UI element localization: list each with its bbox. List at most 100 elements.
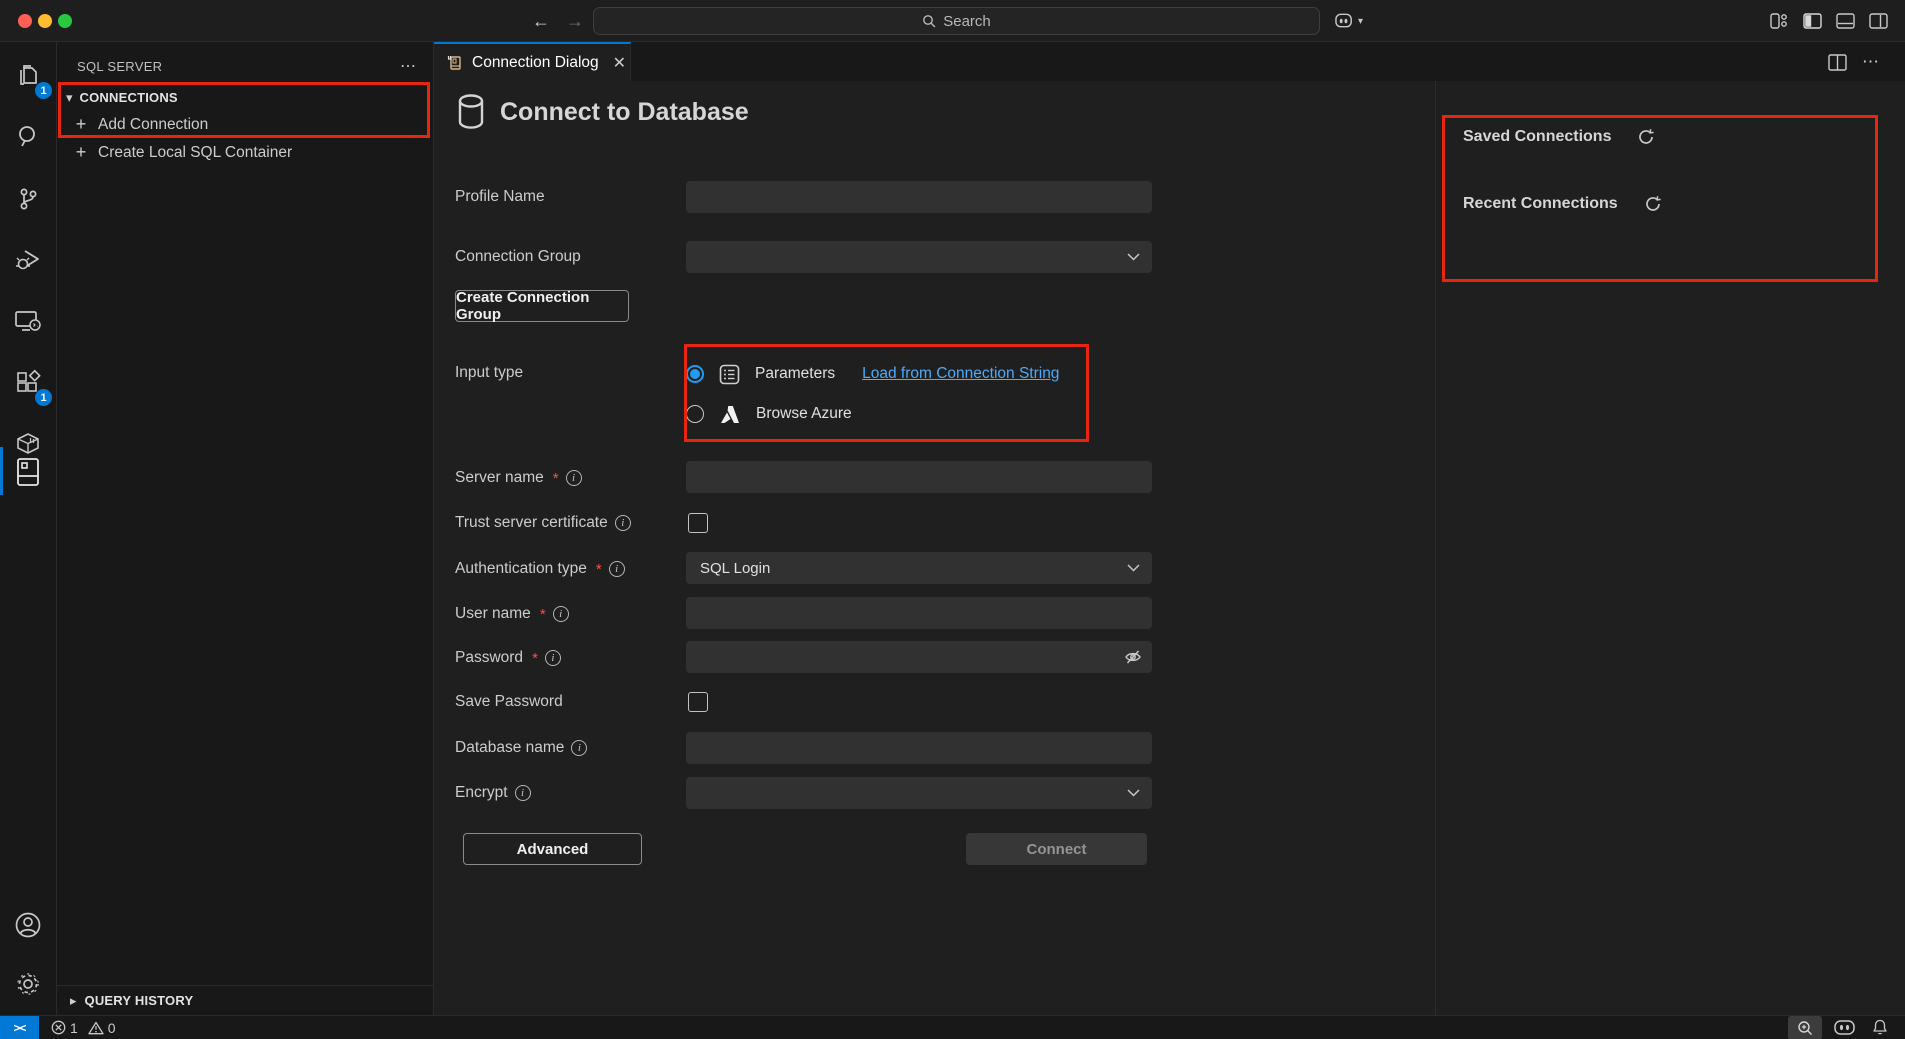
traffic-light-zoom[interactable]: [58, 14, 72, 28]
parameters-label: Parameters: [755, 365, 835, 383]
vscode-window: ← → Search ▾ 1: [0, 0, 1905, 1039]
sql-server-view-icon[interactable]: [8, 451, 48, 491]
forward-arrow-icon[interactable]: →: [562, 8, 588, 34]
zoom-status-icon[interactable]: [1788, 1016, 1822, 1039]
annotation-rect-input-type: [684, 344, 1089, 442]
chevron-down-icon: [1127, 789, 1140, 797]
toggle-primary-sidebar-icon[interactable]: [1798, 8, 1826, 34]
page-title: Connect to Database: [500, 98, 749, 127]
search-placeholder: Search: [943, 13, 991, 30]
trust-cert-checkbox[interactable]: [688, 513, 708, 533]
saved-connections-header: Saved Connections: [1463, 128, 1655, 146]
sidebar-item-create-local-sql-container[interactable]: + Create Local SQL Container: [57, 139, 434, 166]
database-name-input[interactable]: [686, 732, 1152, 764]
editor-more-actions[interactable]: ⋯: [1858, 51, 1884, 73]
trust-cert-label: Trust server certificate i: [455, 514, 631, 532]
search-view-icon[interactable]: [8, 116, 48, 156]
split-editor-icon[interactable]: [1824, 51, 1850, 73]
refresh-icon[interactable]: [1637, 128, 1655, 146]
info-icon[interactable]: i: [615, 515, 631, 531]
password-input[interactable]: [686, 641, 1152, 673]
chevron-down-icon: ▾: [1358, 16, 1363, 27]
settings-gear-icon[interactable]: [8, 964, 48, 1004]
notifications-bell-icon[interactable]: [1866, 1016, 1894, 1039]
query-history-label: QUERY HISTORY: [85, 993, 194, 1008]
connections-section-label: CONNECTIONS: [80, 90, 178, 105]
mssql-tab-icon: [447, 54, 464, 71]
azure-icon: [719, 404, 741, 425]
connect-button[interactable]: Connect: [966, 833, 1147, 865]
tab-connection-dialog[interactable]: Connection Dialog ✕: [434, 42, 631, 81]
advanced-button[interactable]: Advanced: [463, 833, 642, 865]
recent-connections-label: Recent Connections: [1463, 195, 1618, 213]
title-bar: ← → Search ▾: [0, 0, 1905, 42]
toggle-panel-icon[interactable]: [1831, 8, 1859, 34]
toggle-secondary-sidebar-icon[interactable]: [1864, 8, 1892, 34]
user-name-input[interactable]: [686, 597, 1152, 629]
profile-name-label: Profile Name: [455, 188, 545, 206]
connection-group-select[interactable]: [686, 241, 1152, 273]
query-history-section-header[interactable]: ▸ QUERY HISTORY: [57, 985, 433, 1015]
input-type-parameters-row: Parameters Load from Connection String: [686, 361, 1059, 387]
back-arrow-icon[interactable]: ←: [528, 8, 554, 34]
tree-item-label: Add Connection: [98, 116, 208, 134]
customize-layout-icon[interactable]: [1765, 8, 1793, 34]
tab-label: Connection Dialog: [472, 54, 599, 72]
connections-side-panel: Saved Connections Recent Connections: [1435, 81, 1905, 1015]
chevron-down-icon: [1127, 253, 1140, 261]
chevron-right-icon: ▸: [70, 993, 77, 1009]
profile-name-input[interactable]: [686, 181, 1152, 213]
parameters-icon: [719, 364, 740, 385]
radio-browse-azure[interactable]: [686, 405, 704, 423]
password-label: Password* i: [455, 649, 561, 667]
explorer-icon[interactable]: 1: [8, 55, 48, 95]
traffic-light-minimize[interactable]: [38, 14, 52, 28]
radio-parameters[interactable]: [686, 365, 704, 383]
required-asterisk: *: [596, 561, 602, 578]
chevron-down-icon: [1127, 564, 1140, 572]
copilot-button[interactable]: ▾: [1335, 8, 1363, 34]
info-icon[interactable]: i: [515, 785, 531, 801]
auth-type-select[interactable]: SQL Login: [686, 552, 1152, 584]
sidebar-item-add-connection[interactable]: + Add Connection: [57, 111, 434, 138]
refresh-icon[interactable]: [1644, 195, 1662, 213]
user-name-label: User name* i: [455, 605, 569, 623]
toggle-password-visibility-icon[interactable]: [1123, 647, 1143, 667]
info-icon[interactable]: i: [553, 606, 569, 622]
accounts-icon[interactable]: [8, 905, 48, 945]
server-name-input[interactable]: [686, 461, 1152, 493]
source-control-icon[interactable]: [8, 179, 48, 219]
editor-tab-bar: Connection Dialog ✕ ⋯: [434, 42, 1905, 81]
copilot-status-icon[interactable]: [1830, 1016, 1858, 1039]
remote-indicator[interactable]: ><: [0, 1016, 39, 1039]
extensions-badge: 1: [35, 389, 52, 406]
status-bar: >< 1 0: [0, 1015, 1905, 1039]
search-input[interactable]: Search: [593, 7, 1320, 35]
info-icon[interactable]: i: [566, 470, 582, 486]
problems-indicator[interactable]: 1 0: [51, 1020, 116, 1036]
search-icon: [922, 14, 936, 28]
remote-explorer-icon[interactable]: [8, 301, 48, 341]
info-icon[interactable]: i: [545, 650, 561, 666]
extensions-icon[interactable]: 1: [8, 362, 48, 402]
warning-count: 0: [108, 1020, 116, 1036]
traffic-light-close[interactable]: [18, 14, 32, 28]
encrypt-select[interactable]: [686, 777, 1152, 809]
info-icon[interactable]: i: [571, 740, 587, 756]
create-connection-group-button[interactable]: Create Connection Group: [455, 290, 629, 322]
load-connection-string-link[interactable]: Load from Connection String: [862, 365, 1059, 383]
connection-dialog-panel: Connect to Database Profile Name Connect…: [434, 81, 1435, 1015]
warning-icon: [88, 1021, 104, 1035]
saved-connections-label: Saved Connections: [1463, 128, 1611, 146]
sidebar-title: SQL SERVER: [77, 59, 162, 74]
sidebar-sql-server: SQL SERVER ⋯ ▾ CONNECTIONS + Add Connect…: [57, 42, 434, 1015]
plus-icon: +: [71, 142, 91, 163]
sidebar-more-actions[interactable]: ⋯: [400, 56, 417, 76]
required-asterisk: *: [540, 606, 546, 623]
tab-close-icon[interactable]: ✕: [613, 53, 626, 73]
save-password-checkbox[interactable]: [688, 692, 708, 712]
tree-item-label: Create Local SQL Container: [98, 144, 292, 162]
info-icon[interactable]: i: [609, 561, 625, 577]
run-debug-icon[interactable]: [8, 240, 48, 280]
connections-section-header[interactable]: ▾ CONNECTIONS: [57, 84, 434, 111]
